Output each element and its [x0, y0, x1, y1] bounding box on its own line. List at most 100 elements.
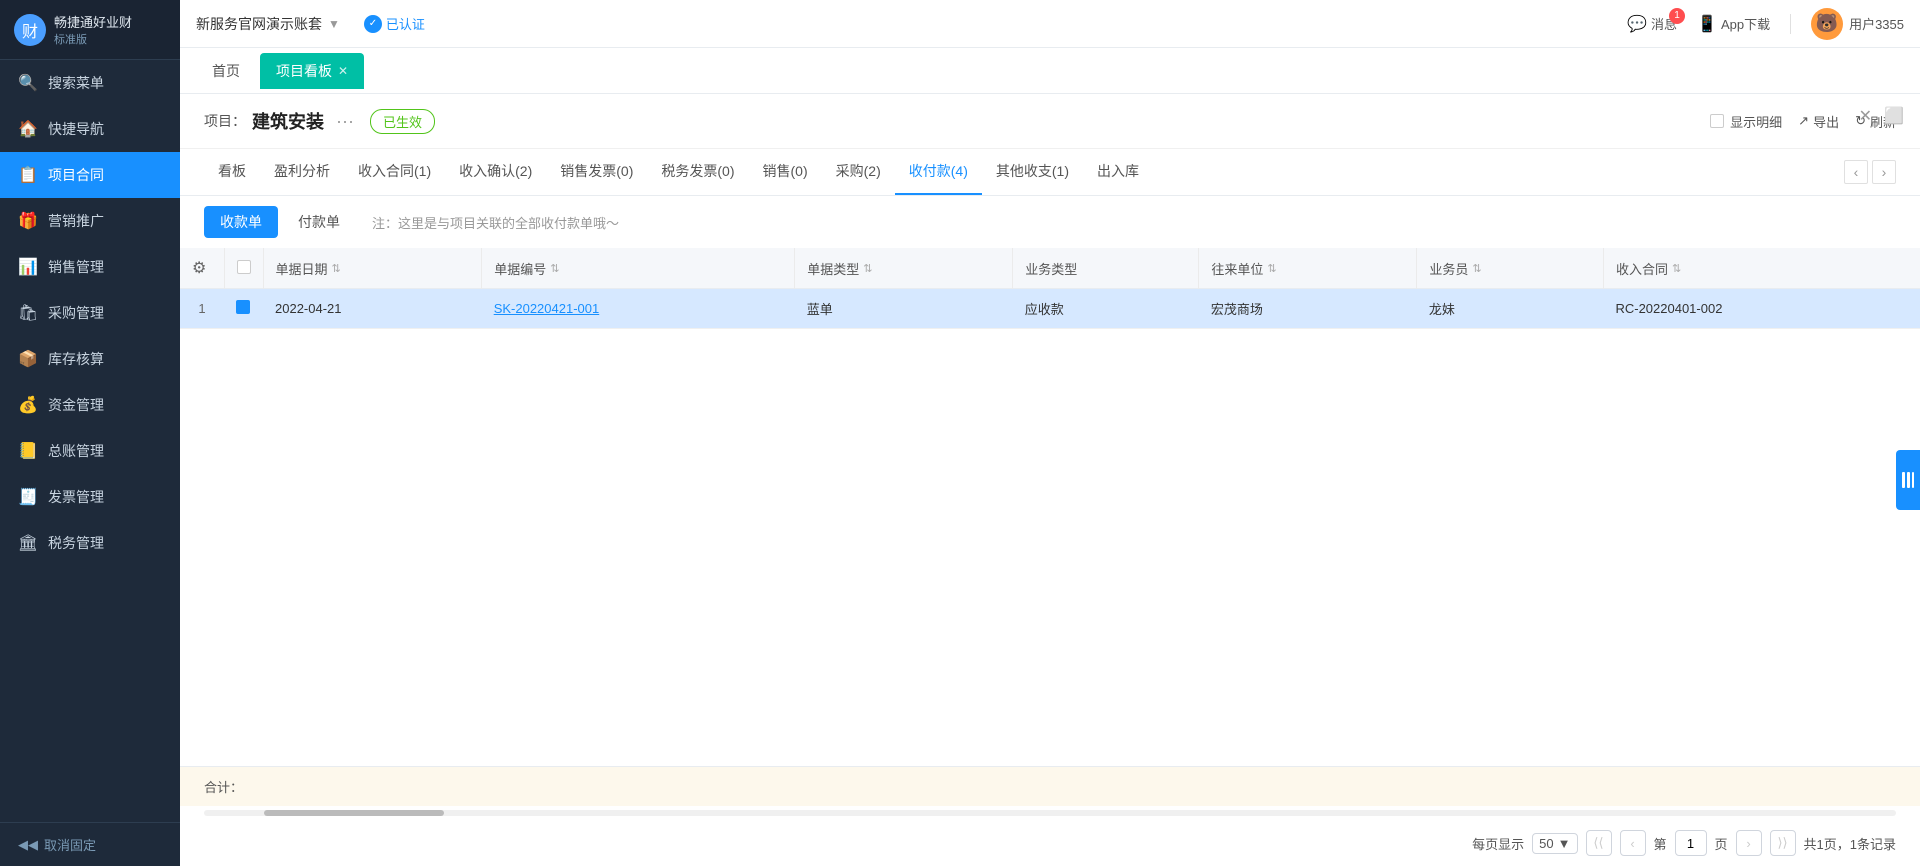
sort-partner-icon[interactable]: ⇅: [1267, 262, 1276, 275]
next-page-icon: ›: [1746, 836, 1750, 851]
show-detail-checkbox[interactable]: 显示明细: [1710, 112, 1782, 131]
total-records: 共1页，1条记录: [1804, 834, 1896, 853]
prev-page-button[interactable]: ‹: [1620, 830, 1646, 856]
ledger-icon: 📒: [18, 441, 38, 461]
sub-tab-income-contract[interactable]: 收入合同(1): [344, 149, 445, 195]
panel-icon: [1900, 468, 1916, 492]
sidebar-item-ledger[interactable]: 📒 总账管理: [0, 428, 180, 474]
summary-label: 合计：: [204, 777, 243, 796]
sidebar-item-purchase[interactable]: 🛍 采购管理: [0, 290, 180, 336]
sub-tab-purchase[interactable]: 采购(2): [822, 149, 895, 195]
sidebar-logo: 财 畅捷通好业财 标准版: [0, 0, 180, 60]
sidebar-item-search[interactable]: 🔍 搜索菜单: [0, 60, 180, 106]
sidebar-logo-text: 畅捷通好业财 标准版: [54, 12, 132, 47]
sidebar-item-inventory[interactable]: 📦 库存核算: [0, 336, 180, 382]
first-page-button[interactable]: ⟨⟨: [1586, 830, 1612, 856]
col-checkbox: [224, 248, 263, 289]
tab-home[interactable]: 首页: [196, 53, 256, 89]
subsub-tab-payment-form[interactable]: 付款单: [282, 206, 356, 238]
cell-date: 2022-04-21: [263, 289, 482, 329]
sort-number-icon[interactable]: ⇅: [550, 262, 559, 275]
inventory-icon: 📦: [18, 349, 38, 369]
page-size-label: 每页显示: [1472, 834, 1524, 853]
table-row[interactable]: 1 2022-04-21 SK-20220421-001 蓝单 应收款 宏茂商场…: [180, 289, 1920, 329]
subsub-note: 注：这里是与项目关联的全部收付款单哦～: [372, 213, 619, 232]
user-avatar: 🐻: [1811, 8, 1843, 40]
sort-income-contract-icon[interactable]: ⇅: [1672, 262, 1681, 275]
col-salesperson: 业务员 ⇅: [1417, 248, 1604, 289]
sub-tab-receipt[interactable]: 收付款(4): [895, 149, 982, 195]
scroll-thumb[interactable]: [264, 810, 444, 816]
sidebar-item-funds[interactable]: 💰 资金管理: [0, 382, 180, 428]
maximize-window-button[interactable]: ⬜: [1884, 106, 1904, 126]
sidebar-pin-toggle[interactable]: ◀◀ 取消固定: [0, 822, 180, 866]
sidebar: 财 畅捷通好业财 标准版 🔍 搜索菜单 🏠 快捷导航 📋 项目合同 🎁 营销推广…: [0, 0, 180, 866]
sidebar-item-sales[interactable]: 📊 销售管理: [0, 244, 180, 290]
sidebar-item-invoice-mgmt[interactable]: 🧾 发票管理: [0, 474, 180, 520]
sub-tab-in-out[interactable]: 出入库: [1083, 149, 1153, 195]
tab-prev-arrow[interactable]: ‹: [1844, 160, 1868, 184]
sub-tab-kanban[interactable]: 看板: [204, 149, 260, 195]
next-page-button[interactable]: ›: [1736, 830, 1762, 856]
tab-close-icon[interactable]: ✕: [338, 64, 348, 78]
close-window-button[interactable]: ✕: [1859, 106, 1872, 126]
sub-tab-other-income[interactable]: 其他收支(1): [982, 149, 1083, 195]
verified-icon: ✓: [364, 15, 382, 33]
sort-salesperson-icon[interactable]: ⇅: [1472, 262, 1481, 275]
marketing-icon: 🎁: [18, 211, 38, 231]
account-name[interactable]: 新服务官网演示账套: [196, 14, 322, 34]
page-label: 第: [1654, 834, 1667, 853]
sort-type-icon[interactable]: ⇅: [863, 262, 872, 275]
sidebar-menu: 🔍 搜索菜单 🏠 快捷导航 📋 项目合同 🎁 营销推广 📊 销售管理 🛍 采购管…: [0, 60, 180, 822]
row-checkbox[interactable]: [236, 300, 250, 314]
invoice-icon: 🧾: [18, 487, 38, 507]
cell-type: 蓝单: [795, 289, 1013, 329]
settings-icon[interactable]: ⚙: [192, 260, 206, 277]
sidebar-item-marketing[interactable]: 🎁 营销推广: [0, 198, 180, 244]
last-page-icon: ⟩⟩: [1777, 835, 1787, 851]
cell-income-contract: RC-20220401-002: [1603, 289, 1920, 329]
project-status-badge: 已生效: [370, 109, 435, 134]
sidebar-item-tax[interactable]: 🏛 税务管理: [0, 520, 180, 566]
right-panel-toggle[interactable]: [1896, 450, 1920, 510]
account-section: 新服务官网演示账套 ▼ ✓ 已认证: [196, 14, 1627, 34]
scroll-track: [204, 810, 1896, 816]
first-page-icon: ⟨⟨: [1593, 835, 1603, 851]
project-header: 项目： 建筑安装 ··· 已生效 显示明细 ↗ 导出 ↻ 刷新: [180, 94, 1920, 149]
sub-tab-profit-analysis[interactable]: 盈利分析: [260, 149, 344, 195]
select-all-checkbox[interactable]: [237, 260, 251, 274]
subsub-tab-receipt-form[interactable]: 收款单: [204, 206, 278, 238]
message-button[interactable]: 💬 消息 1: [1627, 14, 1677, 34]
user-profile-button[interactable]: 🐻 用户3355: [1811, 8, 1904, 40]
summary-row: 合计：: [180, 766, 1920, 806]
account-chevron-icon[interactable]: ▼: [328, 17, 340, 31]
export-button[interactable]: ↗ 导出: [1798, 112, 1839, 131]
sub-tab-tax-invoice[interactable]: 税务发票(0): [647, 149, 748, 195]
project-menu-button[interactable]: ···: [336, 111, 354, 132]
sales-icon: 📊: [18, 257, 38, 277]
col-type: 单据类型 ⇅: [795, 248, 1013, 289]
cell-number[interactable]: SK-20220421-001: [482, 289, 795, 329]
export-icon: ↗: [1798, 113, 1809, 129]
last-page-button[interactable]: ⟩⟩: [1770, 830, 1796, 856]
tab-project-board[interactable]: 项目看板 ✕: [260, 53, 364, 89]
app-download-button[interactable]: 📱 App下载: [1697, 14, 1770, 34]
sidebar-item-project-contract[interactable]: 📋 项目合同: [0, 152, 180, 198]
cell-biz-type: 应收款: [1013, 289, 1199, 329]
header-actions: 💬 消息 1 📱 App下载 🐻 用户3355: [1627, 8, 1904, 40]
cell-num: 1: [180, 289, 224, 329]
data-table: ⚙ 单据日期 ⇅ 单据编号: [180, 248, 1920, 329]
chevron-down-icon: ▼: [1558, 836, 1571, 851]
page-size-select[interactable]: 50 ▼: [1532, 833, 1577, 854]
col-biz-type: 业务类型: [1013, 248, 1199, 289]
sub-tab-sales-invoice[interactable]: 销售发票(0): [546, 149, 647, 195]
sort-date-icon[interactable]: ⇅: [332, 262, 341, 275]
page-number-input[interactable]: [1675, 830, 1707, 856]
sub-tab-sales[interactable]: 销售(0): [749, 149, 822, 195]
tab-next-arrow[interactable]: ›: [1872, 160, 1896, 184]
sub-tab-income-confirm[interactable]: 收入确认(2): [445, 149, 546, 195]
sidebar-item-quick-nav[interactable]: 🏠 快捷导航: [0, 106, 180, 152]
cell-partner: 宏茂商场: [1199, 289, 1417, 329]
sub-tab-bar: 看板 盈利分析 收入合同(1) 收入确认(2) 销售发票(0) 税务发票(0) …: [180, 149, 1920, 196]
cell-checkbox[interactable]: [224, 289, 263, 329]
